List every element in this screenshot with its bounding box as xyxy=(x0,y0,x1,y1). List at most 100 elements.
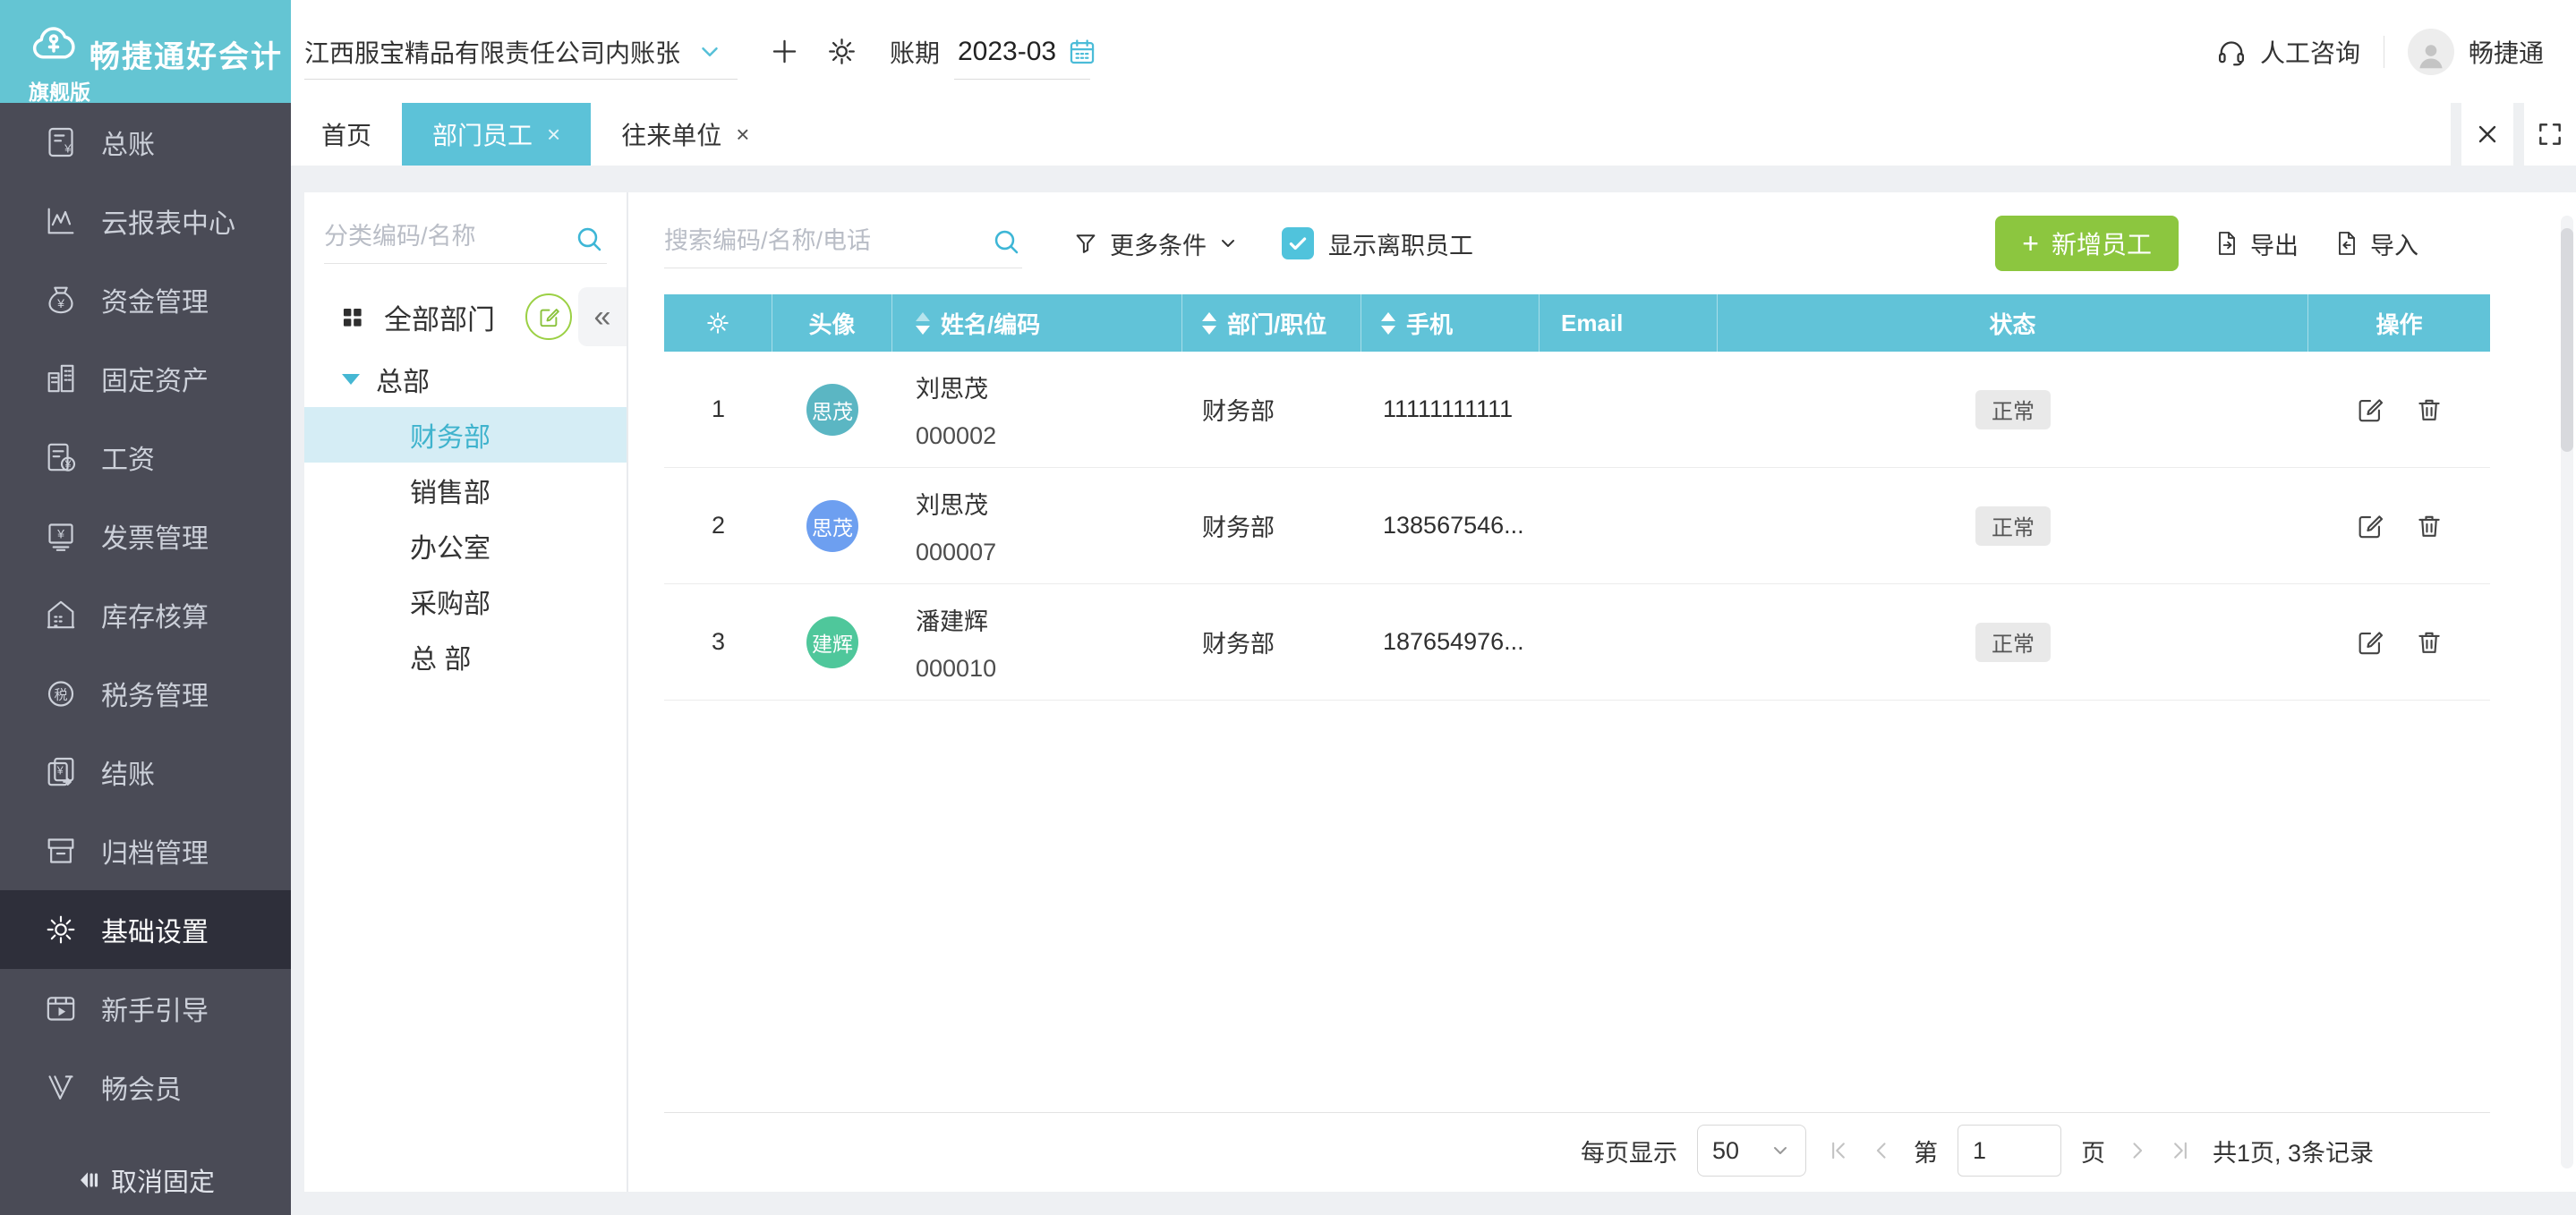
sort-icons[interactable] xyxy=(1202,311,1216,335)
tab-home[interactable]: 首页 xyxy=(291,103,402,166)
employee-code: 000007 xyxy=(916,538,997,565)
avatar: 建辉 xyxy=(806,616,858,668)
tree-node-office[interactable]: 办公室 xyxy=(304,518,627,574)
tree-node-finance[interactable]: 财务部 xyxy=(304,407,627,463)
table-row: 1 思茂 刘思茂 000002 财务部 11111111111 正常 xyxy=(664,352,2490,468)
tree-node-sales[interactable]: 销售部 xyxy=(304,463,627,518)
delete-row-icon[interactable] xyxy=(2414,511,2444,541)
sort-icons[interactable] xyxy=(916,311,930,335)
export-button[interactable]: 导出 xyxy=(2213,226,2299,261)
close-page-button[interactable] xyxy=(2461,103,2513,166)
close-tab-icon[interactable]: × xyxy=(736,121,749,149)
calendar-icon[interactable] xyxy=(1067,37,1097,67)
sidebar-item-invoices[interactable]: 发票管理 xyxy=(0,497,291,575)
sidebar-item-fixed-assets[interactable]: 固定资产 xyxy=(0,339,291,418)
tree-node-headquarters[interactable]: 总部 xyxy=(304,352,627,407)
unpin-sidebar-button[interactable]: 取消固定 xyxy=(75,1161,215,1199)
first-page-icon[interactable] xyxy=(1826,1138,1851,1163)
search-icon[interactable] xyxy=(573,223,605,255)
sidebar-item-basic-settings[interactable]: 基础设置 xyxy=(0,890,291,969)
sidebar-item-closing[interactable]: 结账 xyxy=(0,733,291,811)
tree-node-purchasing[interactable]: 采购部 xyxy=(304,574,627,629)
tab-dept-staff[interactable]: 部门员工 × xyxy=(402,103,592,166)
new-account-plus-icon[interactable] xyxy=(768,35,801,68)
all-departments-row[interactable]: 全部部门 « xyxy=(304,287,627,346)
company-selector[interactable]: 江西服宝精品有限责任公司内账张 xyxy=(304,0,723,103)
chart-icon xyxy=(43,203,79,239)
sidebar-item-inventory[interactable]: 库存核算 xyxy=(0,575,291,654)
checkbox-checked[interactable] xyxy=(1282,227,1314,259)
sidebar-item-cloud-reports[interactable]: 云报表中心 xyxy=(0,182,291,260)
toolbar: 更多条件 显示离职员工 + 新增员工 导出 xyxy=(664,214,2418,273)
delete-row-icon[interactable] xyxy=(2414,627,2444,658)
ops-cell xyxy=(2308,468,2490,583)
period-value: 2023-03 xyxy=(958,36,1057,66)
import-icon xyxy=(2333,229,2361,258)
status-badge: 正常 xyxy=(1975,389,2051,429)
edit-row-icon[interactable] xyxy=(2355,627,2385,658)
header-phone[interactable]: 手机 xyxy=(1361,294,1540,352)
page-number-input[interactable] xyxy=(1957,1125,2061,1177)
sidebar-item-payroll[interactable]: 工资 xyxy=(0,418,291,497)
employee-code: 000002 xyxy=(916,421,997,449)
search-icon[interactable] xyxy=(990,225,1022,258)
username[interactable]: 畅捷通 xyxy=(2469,34,2544,70)
vip-icon xyxy=(43,1069,79,1105)
period-field[interactable]: 2023-03 xyxy=(958,0,1097,103)
gear-icon xyxy=(704,310,731,336)
close-tab-icon[interactable]: × xyxy=(547,121,560,149)
support-link[interactable]: 人工咨询 xyxy=(2260,34,2360,70)
header-dept-title[interactable]: 部门/职位 xyxy=(1182,294,1361,352)
header-name-code[interactable]: 姓名/编码 xyxy=(892,294,1182,352)
more-filters-button[interactable]: 更多条件 xyxy=(1072,226,1239,261)
sort-icons[interactable] xyxy=(1381,311,1395,335)
tax-stamp-icon xyxy=(43,675,79,711)
scrollbar-thumb[interactable] xyxy=(2561,228,2573,452)
sidebar-item-vip-member[interactable]: 畅会员 xyxy=(0,1048,291,1126)
employee-search-input[interactable] xyxy=(664,218,968,255)
tabs: 首页 部门员工 × 往来单位 × xyxy=(291,103,2451,166)
column-settings-button[interactable] xyxy=(664,294,772,352)
last-page-icon[interactable] xyxy=(2168,1138,2193,1163)
company-name: 江西服宝精品有限责任公司内账张 xyxy=(304,38,681,67)
delete-row-icon[interactable] xyxy=(2414,395,2444,425)
sidebar-item-tax[interactable]: 税务管理 xyxy=(0,654,291,733)
gear-icon xyxy=(43,912,79,947)
account-settings-gear-icon[interactable] xyxy=(825,35,858,68)
import-button[interactable]: 导入 xyxy=(2333,226,2418,261)
edit-row-icon[interactable] xyxy=(2355,511,2385,541)
per-page-select[interactable]: 50 xyxy=(1696,1125,1806,1177)
next-page-icon[interactable] xyxy=(2125,1138,2150,1163)
department-search-input[interactable] xyxy=(324,216,567,251)
topbar-right: 人工咨询 畅捷通 xyxy=(2215,0,2544,103)
ops-cell xyxy=(2308,352,2490,467)
show-resigned-toggle[interactable]: 显示离职员工 xyxy=(1282,226,1473,261)
sidebar-item-beginner-guide[interactable]: 新手引导 xyxy=(0,969,291,1048)
page-prefix: 第 xyxy=(1913,1139,1938,1167)
avatar[interactable] xyxy=(2407,28,2454,75)
employee-table: 头像 姓名/编码 部门/职位 手机 Email 状态 操作 1 思茂 刘思茂 0… xyxy=(664,294,2490,701)
add-employee-button[interactable]: + 新增员工 xyxy=(1995,216,2179,271)
sidebar-item-general-ledger[interactable]: 总账 xyxy=(0,103,291,182)
caret-down-icon[interactable] xyxy=(342,374,360,385)
table-header: 头像 姓名/编码 部门/职位 手机 Email 状态 操作 xyxy=(664,294,2490,352)
tree-node-hq2[interactable]: 总 部 xyxy=(304,629,627,684)
fullscreen-button[interactable] xyxy=(2524,103,2576,166)
avatar-cell: 思茂 xyxy=(772,352,892,467)
header-status: 状态 xyxy=(1718,294,2308,352)
collapse-panel-button[interactable]: « xyxy=(578,287,627,346)
sidebar-item-funds[interactable]: 资金管理 xyxy=(0,260,291,339)
money-bag-icon xyxy=(43,282,79,318)
all-departments-label: 全部部门 xyxy=(384,303,495,336)
sidebar-item-archive[interactable]: 归档管理 xyxy=(0,811,291,890)
toolbar-actions: + 新增员工 导出 导入 xyxy=(1995,216,2418,271)
edit-departments-button[interactable] xyxy=(525,293,572,340)
prev-page-icon[interactable] xyxy=(1869,1138,1894,1163)
company-underline xyxy=(304,79,738,80)
name-code-cell: 刘思茂 000002 xyxy=(892,352,1182,467)
edit-row-icon[interactable] xyxy=(2355,395,2385,425)
chevron-down-icon xyxy=(1217,233,1239,254)
tab-partners[interactable]: 往来单位 × xyxy=(591,103,780,166)
department-tree: 总部 财务部 销售部 办公室 采购部 总 部 xyxy=(304,352,627,684)
records-summary: 共1页, 3条记录 xyxy=(2212,1139,2374,1167)
